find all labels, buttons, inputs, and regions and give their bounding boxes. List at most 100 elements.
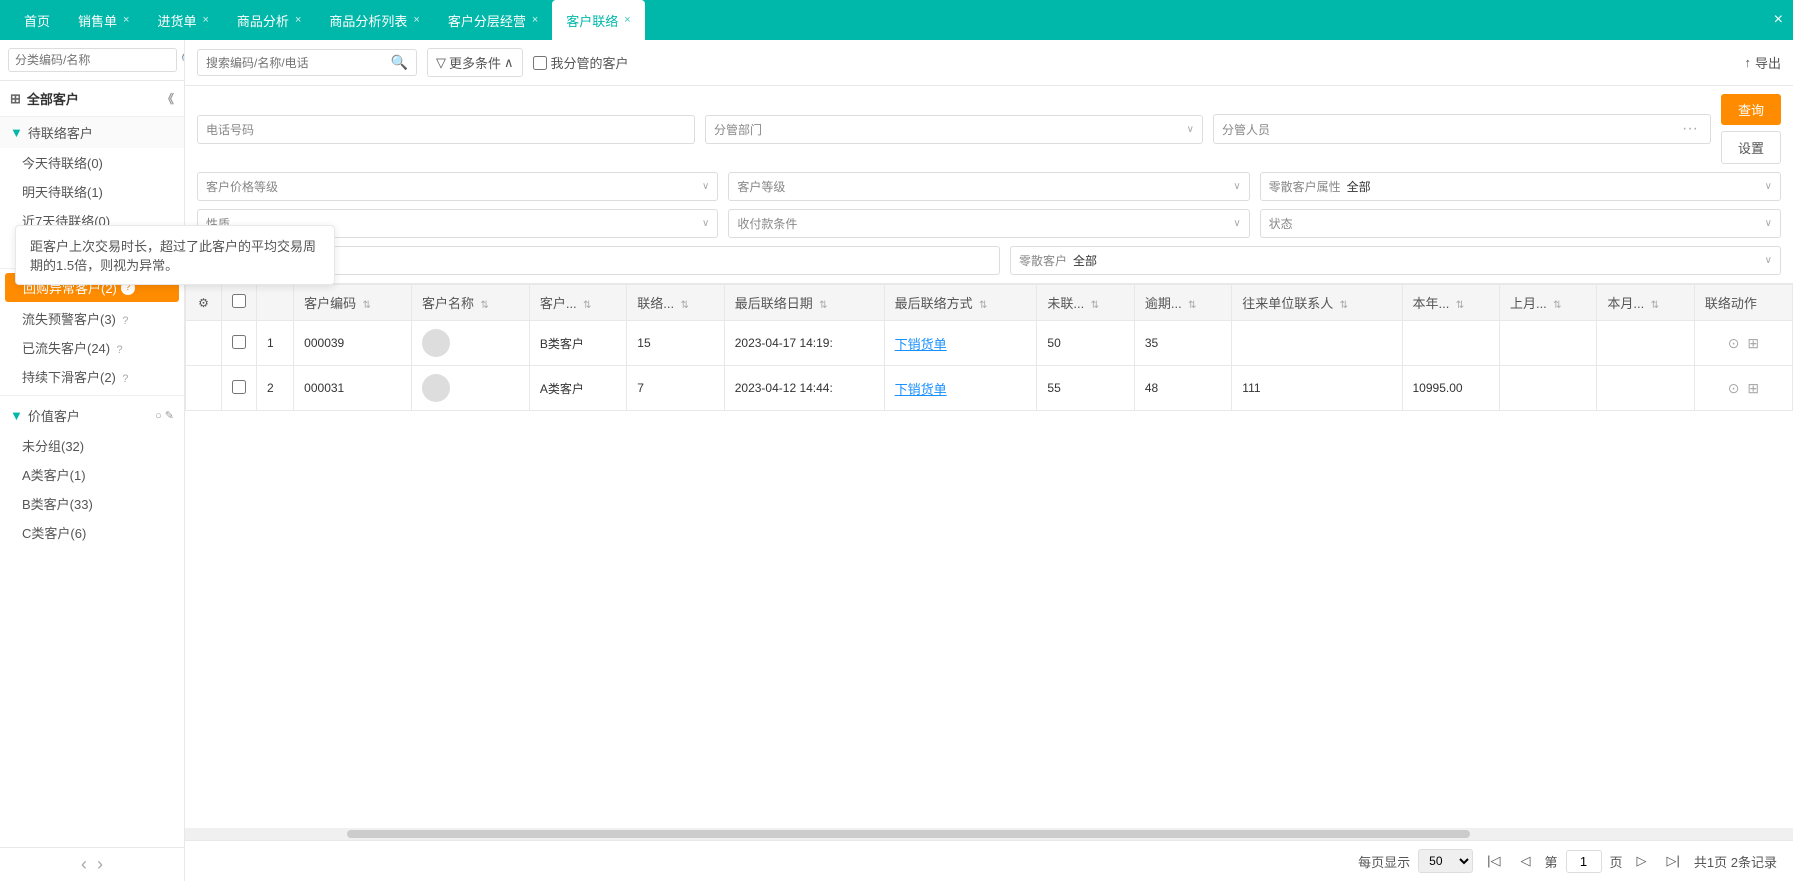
prev-page-btn[interactable]: ◁ (1515, 850, 1537, 872)
col-thismonth-sort-icon[interactable]: ⇅ (1651, 300, 1659, 311)
col-settings-header[interactable]: ⚙ (186, 285, 222, 321)
col-method-sort-icon[interactable]: ⇅ (979, 300, 987, 311)
col-category-header[interactable]: 客户... ⇅ (529, 285, 626, 321)
manager-more-icon[interactable]: ··· (1678, 120, 1702, 138)
col-code-header[interactable]: 客户编码 ⇅ (294, 285, 412, 321)
row2-checkbox-cell[interactable] (222, 366, 257, 411)
sidebar-item-churn-warning[interactable]: 流失预警客户(3) ? (0, 304, 184, 333)
per-page-select[interactable]: 50 100 200 (1418, 849, 1473, 873)
manager-field[interactable]: 分管人员 ··· (1213, 114, 1711, 144)
scrollbar-thumb[interactable] (347, 830, 1470, 838)
nav-product-analysis-close[interactable]: × (295, 14, 301, 26)
nav-product-list[interactable]: 商品分析列表 × (315, 0, 433, 40)
col-contacts-person-header[interactable]: 往来单位联系人 ⇅ (1232, 285, 1402, 321)
phone-field[interactable]: 电话号码 (197, 115, 695, 144)
col-uncontact-header[interactable]: 未联... ⇅ (1037, 285, 1134, 321)
status-field[interactable]: 状态 ∨ (1260, 209, 1781, 238)
first-page-btn[interactable]: |◁ (1481, 850, 1506, 872)
row1-last-method[interactable]: 下销货单 (884, 321, 1037, 366)
sidebar-scroll-right[interactable]: › (97, 854, 103, 875)
my-customer-checkbox[interactable] (533, 56, 547, 70)
row1-grid-icon[interactable]: ⊞ (1747, 335, 1759, 352)
col-year-sort-icon[interactable]: ⇅ (1456, 300, 1464, 311)
col-overdue-sort-icon[interactable]: ⇅ (1188, 300, 1196, 311)
row1-checkbox-cell[interactable] (222, 321, 257, 366)
department-field[interactable]: 分管部门 ∨ (705, 115, 1203, 144)
row1-link-icon[interactable]: ⊙ (1728, 335, 1740, 352)
col-last-method-header[interactable]: 最后联络方式 ⇅ (884, 285, 1037, 321)
col-name-header[interactable]: 客户名称 ⇅ (412, 285, 530, 321)
nav-sales-close[interactable]: × (123, 14, 129, 26)
search-icon[interactable]: 🔍 (391, 54, 408, 71)
col-lastmonth-sort-icon[interactable]: ⇅ (1553, 300, 1561, 311)
nav-customer-tier[interactable]: 客户分层经营 × (434, 0, 552, 40)
sidebar-item-churned[interactable]: 已流失客户(24) ? (0, 333, 184, 362)
sidebar-item-unclassified[interactable]: 未分组(32) (0, 431, 184, 460)
col-this-month-header[interactable]: 本月... ⇅ (1597, 285, 1694, 321)
waiting-group-title[interactable]: ▼ 待联络客户 (0, 117, 184, 148)
col-contact-sort-icon[interactable]: ⇅ (680, 300, 688, 311)
chevron-up-icon: ∧ (504, 55, 514, 71)
sidebar-item-c-class[interactable]: C类客户(6) (0, 518, 184, 547)
col-last-date-header[interactable]: 最后联络日期 ⇅ (724, 285, 884, 321)
page-input[interactable] (1566, 850, 1602, 873)
col-last-month-header[interactable]: 上月... ⇅ (1499, 285, 1596, 321)
col-uncontact-sort-icon[interactable]: ⇅ (1091, 300, 1099, 311)
col-this-year-header[interactable]: 本年... ⇅ (1402, 285, 1499, 321)
sidebar-item-tomorrow[interactable]: 明天待联络(1) (0, 177, 184, 206)
my-customer-checkbox-wrap[interactable]: 我分管的客户 (533, 53, 629, 72)
export-button[interactable]: ↑ 导出 (1744, 53, 1781, 72)
row1-method-link[interactable]: 下销货单 (895, 337, 947, 352)
settings-button[interactable]: 设置 (1721, 131, 1781, 164)
search-input[interactable] (206, 56, 391, 70)
edit-icons[interactable]: ○ ✎ (155, 409, 174, 422)
nav-product-analysis[interactable]: 商品分析 × (223, 0, 315, 40)
horizontal-scrollbar[interactable] (185, 828, 1793, 840)
retail-attr-field[interactable]: 零散客户属性 全部 ∨ (1260, 172, 1781, 201)
sidebar-item-today[interactable]: 今天待联络(0) (0, 148, 184, 177)
col-name-sort-icon[interactable]: ⇅ (480, 300, 488, 311)
value-group-title[interactable]: ▼ 价值客户 ○ ✎ (0, 400, 184, 431)
sidebar-item-a-class[interactable]: A类客户(1) (0, 460, 184, 489)
col-index-header (257, 285, 294, 321)
col-checkbox-header[interactable] (222, 285, 257, 321)
row2-method-link[interactable]: 下销货单 (895, 382, 947, 397)
row2-link-icon[interactable]: ⊙ (1728, 380, 1740, 397)
nav-customer-contact-close[interactable]: × (624, 14, 630, 26)
price-level-field[interactable]: 客户价格等级 ∨ (197, 172, 718, 201)
col-code-sort-icon[interactable]: ⇅ (363, 300, 371, 311)
col-category-sort-icon[interactable]: ⇅ (583, 300, 591, 311)
row2-checkbox[interactable] (232, 380, 246, 394)
sidebar-item-b-class[interactable]: B类客户(33) (0, 489, 184, 518)
col-overdue-header[interactable]: 逾期... ⇅ (1134, 285, 1231, 321)
col-date-sort-icon[interactable]: ⇅ (819, 300, 827, 311)
more-filter-button[interactable]: ▽ 更多条件 ∧ (427, 48, 523, 77)
sidebar-scroll-left[interactable]: ‹ (81, 854, 87, 875)
nav-sales[interactable]: 销售单 × (64, 0, 143, 40)
select-all-checkbox[interactable] (232, 294, 246, 308)
retail-customer-field[interactable]: 零散客户 全部 ∨ (1010, 246, 1781, 275)
col-contacts-sort-icon[interactable]: ⇅ (1340, 300, 1348, 311)
sidebar-content: ⊞ 全部客户 《 ▼ 待联络客户 今天待联络(0) 明天待联络(1) 近7天待联… (0, 81, 184, 847)
nav-customer-contact[interactable]: 客户联络 × (552, 0, 644, 40)
row2-last-method[interactable]: 下销货单 (884, 366, 1037, 411)
sidebar-item-declining[interactable]: 持续下滑客户(2) ? (0, 362, 184, 391)
payment-field[interactable]: 收付款条件 ∨ (728, 209, 1249, 238)
row1-checkbox[interactable] (232, 335, 246, 349)
nav-customer-tier-close[interactable]: × (532, 14, 538, 26)
sidebar-search-input[interactable] (8, 48, 177, 72)
col-contact-header[interactable]: 联络... ⇅ (627, 285, 724, 321)
nav-purchase-close[interactable]: × (202, 14, 208, 26)
nav-home[interactable]: 首页 (10, 0, 64, 40)
row2-grid-icon[interactable]: ⊞ (1747, 380, 1759, 397)
collapse-icon[interactable]: 《 (162, 90, 174, 107)
query-button[interactable]: 查询 (1721, 94, 1781, 125)
last-page-btn[interactable]: ▷| (1661, 850, 1686, 872)
window-close-icon[interactable]: × (1774, 11, 1783, 29)
all-customers-title[interactable]: ⊞ 全部客户 《 (0, 81, 184, 117)
nav-product-list-close[interactable]: × (413, 14, 419, 26)
next-page-btn[interactable]: ▷ (1631, 850, 1653, 872)
customer-level-field[interactable]: 客户等级 ∨ (728, 172, 1249, 201)
nav-purchase[interactable]: 进货单 × (143, 0, 222, 40)
customer-type-field[interactable]: 客户类型 (229, 246, 1000, 275)
